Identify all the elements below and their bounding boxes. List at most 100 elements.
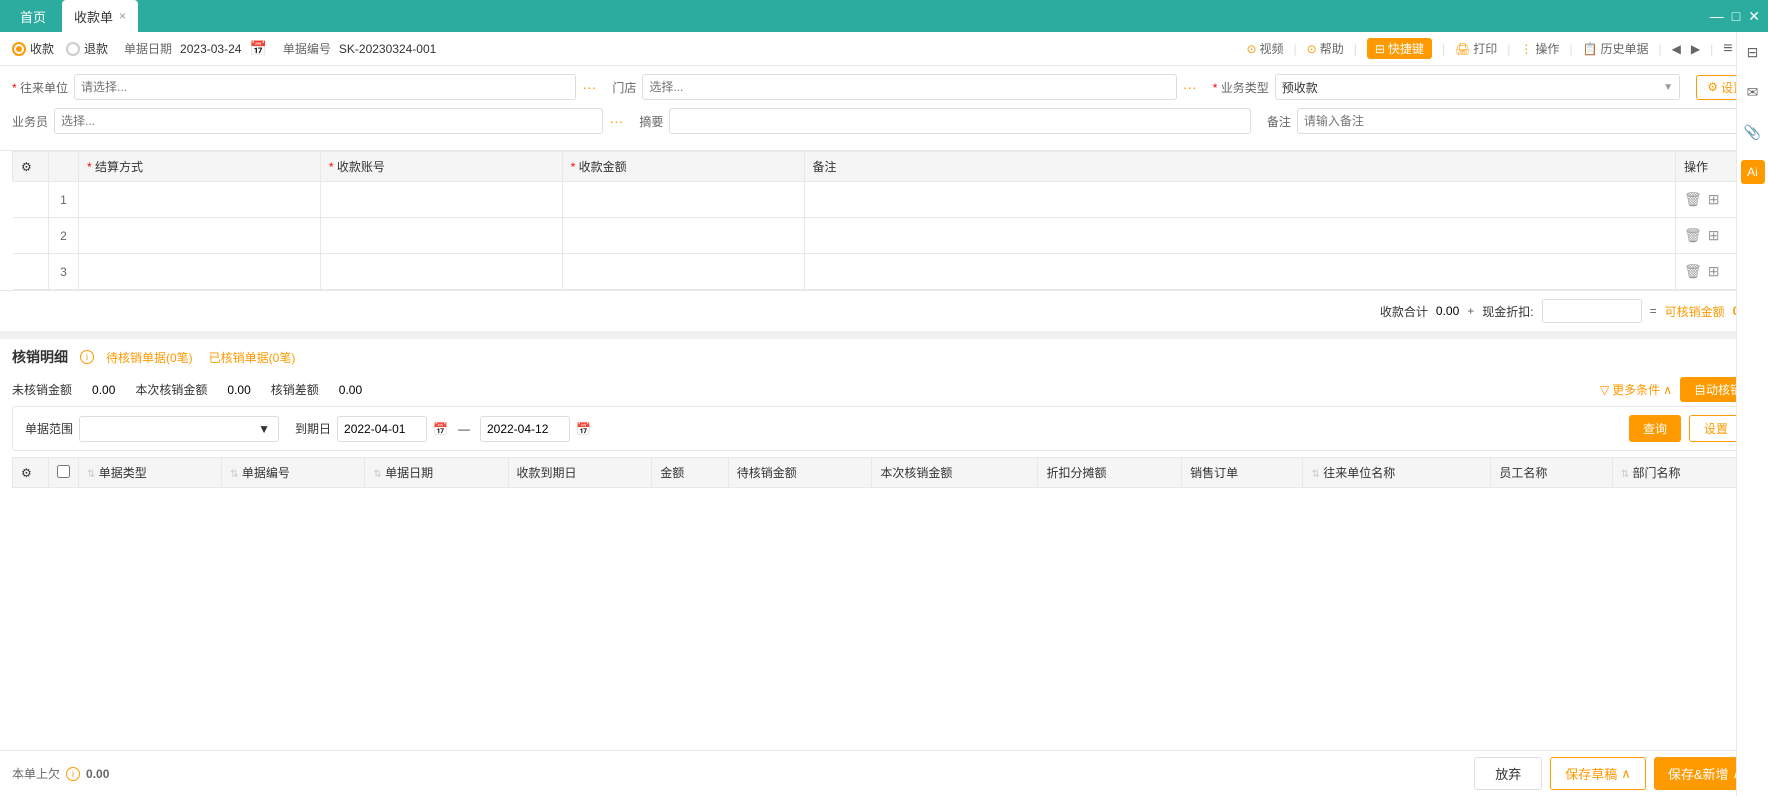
tab-bar: 首页 收款单 × — □ ✕ <box>0 0 1768 32</box>
vth-amount: 金额 <box>652 458 729 488</box>
biz-type-select[interactable]: 预收款 ▼ <box>1275 74 1680 100</box>
td-account-3[interactable] <box>320 254 562 290</box>
counterpart-more-btn[interactable]: ··· <box>582 79 596 95</box>
calendar-from-icon[interactable]: 📅 <box>433 422 448 436</box>
doc-num-value: SK-20230324-001 <box>339 42 436 56</box>
th-gear[interactable]: ⚙ <box>13 152 49 182</box>
shortcut-label: 快捷键 <box>1388 40 1424 57</box>
video-btn[interactable]: ⊙ 视频 <box>1246 40 1283 57</box>
select-all-checkbox[interactable] <box>57 465 70 478</box>
print-btn[interactable]: 🖨 打印 <box>1455 40 1497 57</box>
td-settlement-3[interactable] <box>79 254 321 290</box>
plus-sign: + <box>1467 304 1474 318</box>
clip-icon: 📎 <box>1744 124 1761 141</box>
discount-label: 现金折扣: <box>1482 303 1533 320</box>
tab-done[interactable]: 已核销单据(0笔) <box>209 349 296 366</box>
summary-row: 收款合计 0.00 + 现金折扣: = 可核销金额 0.00 <box>0 290 1768 331</box>
query-btn[interactable]: 查询 <box>1629 415 1681 442</box>
staff-more-btn[interactable]: ··· <box>609 113 623 129</box>
td-notes-3[interactable] <box>804 254 1676 290</box>
vth-checkbox[interactable] <box>49 458 79 488</box>
sep1: | <box>1294 42 1297 56</box>
window-close-icon[interactable]: ✕ <box>1748 8 1760 25</box>
copy-icon-1[interactable]: ⊞ <box>1708 191 1720 208</box>
tab-home[interactable]: 首页 <box>8 0 58 32</box>
store-input[interactable] <box>642 74 1176 100</box>
delete-icon-2[interactable]: 🗑 <box>1684 227 1702 244</box>
window-max-icon[interactable]: □ <box>1732 8 1740 24</box>
gear-icon: ⚙ <box>21 160 32 174</box>
summary-input[interactable] <box>669 108 1250 134</box>
notes-field: 备注 <box>1267 108 1756 134</box>
sidebar-table-icon[interactable]: ⊟ <box>1741 40 1765 64</box>
sidebar-email-icon[interactable]: ✉ <box>1741 80 1765 104</box>
table-icon: ⊟ <box>1747 44 1759 61</box>
calendar-to-icon[interactable]: 📅 <box>576 422 591 436</box>
doc-range-select[interactable]: ▼ <box>79 416 279 442</box>
biz-type-arrow: ▼ <box>1663 82 1673 93</box>
layout-icon[interactable]: ≡ <box>1723 40 1732 58</box>
diff-value: 0.00 <box>339 383 362 397</box>
bottom-info-icon[interactable]: i <box>66 767 80 781</box>
doc-num-label: 单据编号 <box>283 40 331 57</box>
copy-icon-3[interactable]: ⊞ <box>1708 263 1720 280</box>
abandon-btn[interactable]: 放弃 <box>1474 757 1542 790</box>
td-notes-2[interactable] <box>804 218 1676 254</box>
main-content: 收款 退款 单据日期 2023-03-24 📅 单据编号 SK-20230324… <box>0 32 1768 796</box>
history-label: 历史单据 <box>1601 40 1649 57</box>
receipts-table: ⚙ * 结算方式 * 收款账号 * 收款金额 备注 <box>12 151 1756 290</box>
ai-label: Ai <box>1747 165 1758 179</box>
td-settlement-2[interactable] <box>79 218 321 254</box>
td-amount-3[interactable] <box>562 254 804 290</box>
draft-btn[interactable]: 保存草稿 ∧ <box>1550 757 1646 790</box>
prev-icon[interactable]: ◀ <box>1672 42 1681 56</box>
radio-receive[interactable]: 收款 <box>12 40 54 57</box>
on-order-label: 本单上欠 <box>12 765 60 782</box>
calendar-icon[interactable]: 📅 <box>249 40 266 57</box>
next-icon[interactable]: ▶ <box>1691 42 1700 56</box>
tab-pending[interactable]: 待核销单据(0笔) <box>106 349 193 366</box>
eq-sign: = <box>1650 304 1657 318</box>
total-label: 收款合计 <box>1380 303 1428 320</box>
email-icon: ✉ <box>1747 84 1759 101</box>
tab-receipts-label: 收款单 <box>74 7 113 26</box>
tab-close-icon[interactable]: × <box>119 9 126 23</box>
td-account-2[interactable] <box>320 218 562 254</box>
td-account-1[interactable] <box>320 182 562 218</box>
radio-refund[interactable]: 退款 <box>66 40 108 57</box>
vth-counterpart: ⇅ 往来单位名称 <box>1303 458 1491 488</box>
help-btn[interactable]: ⊙ 帮助 <box>1307 40 1344 57</box>
operation-btn[interactable]: ⋮ 操作 <box>1520 40 1559 57</box>
shortcut-btn[interactable]: ⊟ 快捷键 <box>1367 38 1432 59</box>
diff-label: 核销差额 <box>271 381 319 398</box>
history-btn[interactable]: 📋 历史单据 <box>1583 40 1649 57</box>
window-min-icon[interactable]: — <box>1710 8 1724 24</box>
td-amount-1[interactable] <box>562 182 804 218</box>
staff-input[interactable] <box>54 108 603 134</box>
td-amount-2[interactable] <box>562 218 804 254</box>
delete-icon-1[interactable]: 🗑 <box>1684 191 1702 208</box>
th-settlement: * 结算方式 <box>79 152 321 182</box>
vth-gear[interactable]: ⚙ <box>13 458 49 488</box>
counterpart-input[interactable] <box>74 74 576 100</box>
store-more-btn[interactable]: ··· <box>1183 79 1197 95</box>
notes-input[interactable] <box>1297 108 1756 134</box>
staff-label: 业务员 <box>12 113 48 130</box>
discount-input[interactable] <box>1542 299 1642 323</box>
date-from-input[interactable] <box>337 416 427 442</box>
vth-dept: ⇅ 部门名称 <box>1612 458 1755 488</box>
tab-receipts[interactable]: 收款单 × <box>62 0 138 32</box>
filter-settings-btn[interactable]: 设置 <box>1689 415 1743 442</box>
date-to-input[interactable] <box>480 416 570 442</box>
store-field: 门店 ··· <box>612 74 1196 100</box>
td-gear-3 <box>13 254 49 290</box>
copy-icon-2[interactable]: ⊞ <box>1708 227 1720 244</box>
verify-info-icon[interactable]: i <box>80 350 94 364</box>
more-conditions-btn[interactable]: ▽ 更多条件 ∧ <box>1600 381 1672 398</box>
delete-icon-3[interactable]: 🗑 <box>1684 263 1702 280</box>
td-notes-1[interactable] <box>804 182 1676 218</box>
td-settlement-1[interactable] <box>79 182 321 218</box>
sep3: | <box>1442 42 1445 56</box>
sidebar-clip-icon[interactable]: 📎 <box>1741 120 1765 144</box>
sidebar-ai-btn[interactable]: Ai <box>1741 160 1765 184</box>
